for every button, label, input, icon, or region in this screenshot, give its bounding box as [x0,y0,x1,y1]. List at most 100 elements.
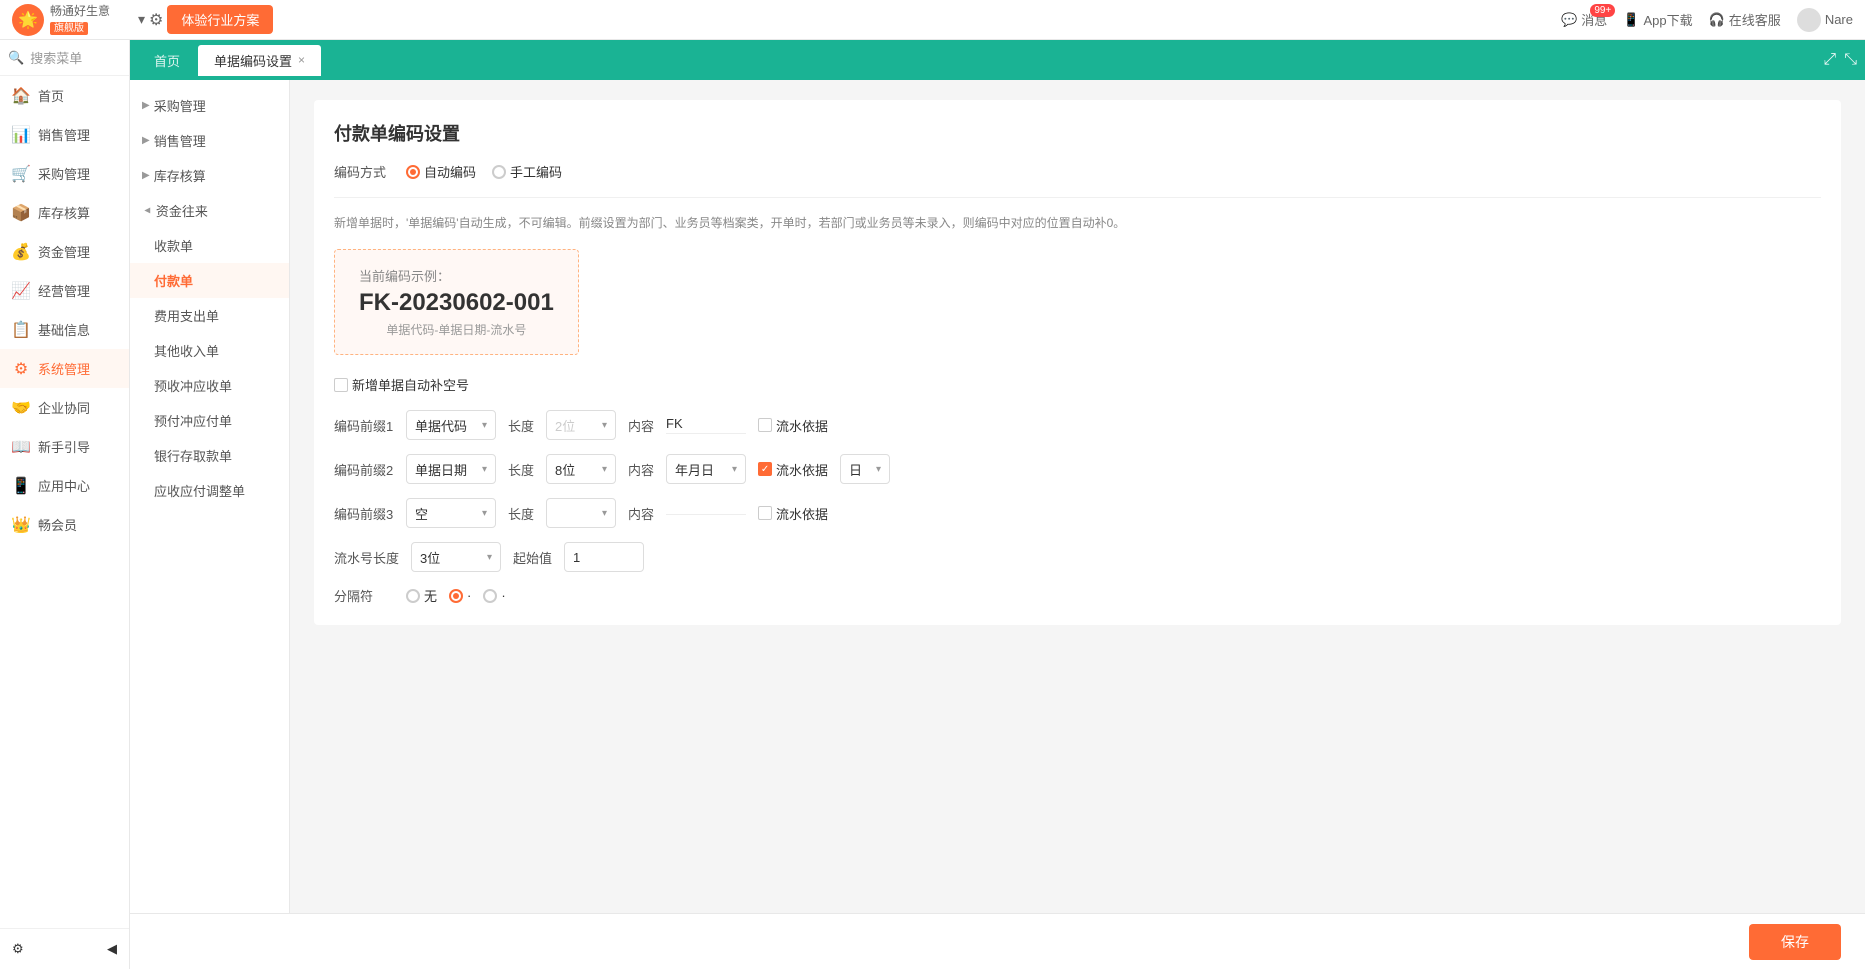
sidebar-item-label: 新手引导 [38,437,90,456]
app-download-label: App下载 [1643,10,1692,29]
collapse-icon[interactable]: ◀ [107,941,117,957]
sub-item-expense[interactable]: 费用支出单 [130,298,289,333]
sales-icon: 📊 [12,126,30,144]
tab-home[interactable]: 首页 [138,45,196,76]
message-icon: 💬 [1561,12,1577,28]
sidebar-item-apps[interactable]: 📱 应用中心 [0,466,129,505]
sidebar-search[interactable]: 🔍 搜索菜单 [0,40,129,76]
auto-fill-checkbox[interactable] [334,378,348,392]
purchase-icon: 🛒 [12,165,30,183]
prefix-row-2: 编码前缀2 单据日期 ▾ 长度 8位 ▾ 内容 年月日 [334,454,1821,484]
settings-bottom-icon[interactable]: ⚙ [12,941,24,957]
serial-row: 流水号长度 3位 ▾ 起始值 [334,542,1821,572]
stream-check-3[interactable]: 流水依据 [758,504,828,523]
topbar-right: 💬 消息 99+ 📱 App下载 🎧 在线客服 Nare [1561,8,1853,32]
radio-separator-dot[interactable]: · [449,588,471,603]
serial-length-select[interactable]: 3位 ▾ [411,542,501,572]
radio-auto-label: 自动编码 [424,162,476,181]
basic-icon: 📋 [12,321,30,339]
stream-period-select[interactable]: 日 ▾ [840,454,890,484]
sidebar-item-label: 采购管理 [38,164,90,183]
headset-icon: 🎧 [1709,12,1725,28]
message-badge: 99+ [1590,4,1615,17]
main-card: 付款单编码设置 编码方式 自动编码 手工编码 [314,100,1841,625]
radio-separator-dot2[interactable]: · [483,588,505,603]
sidebar-item-guide[interactable]: 📖 新手引导 [0,427,129,466]
sub-item-prepay-receive[interactable]: 预收冲应收单 [130,368,289,403]
content-label-2: 内容 [628,460,654,479]
radio-manual[interactable]: 手工编码 [492,162,562,181]
tab-expand-btn[interactable]: ⤢ [1823,51,1836,69]
sidebar-item-label: 系统管理 [38,359,90,378]
chevron-down-icon-9: ▾ [487,552,492,563]
prefix-select-2[interactable]: 单据日期 ▾ [406,454,496,484]
prefix-label-1: 编码前缀1 [334,416,394,435]
message-btn[interactable]: 💬 消息 99+ [1561,10,1607,29]
prefix-select-3[interactable]: 空 ▾ [406,498,496,528]
sidebar-item-sales[interactable]: 📊 销售管理 [0,115,129,154]
sub-group-sales[interactable]: ▶ 销售管理 [130,123,289,158]
main-layout: 🔍 搜索菜单 🏠 首页 📊 销售管理 🛒 采购管理 📦 库存核算 💰 资金管理 … [0,40,1865,969]
sub-item-receipt[interactable]: 收款单 [130,228,289,263]
length-select-2[interactable]: 8位 ▾ [546,454,616,484]
radio-separator-none[interactable]: 无 [406,586,437,605]
page-content: 付款单编码设置 编码方式 自动编码 手工编码 [290,80,1865,913]
sub-item-other-income[interactable]: 其他收入单 [130,333,289,368]
radio-dot-label: · [467,588,471,603]
sub-item-bank[interactable]: 银行存取款单 [130,438,289,473]
sidebar-item-label: 销售管理 [38,125,90,144]
online-service-btn[interactable]: 🎧 在线客服 [1709,10,1781,29]
content-select-2[interactable]: 年月日 ▾ [666,454,746,484]
nav-dropdown-btn[interactable]: ▾ [138,11,145,28]
save-button[interactable]: 保存 [1749,924,1841,960]
prefix-select-1[interactable]: 单据代码 ▾ [406,410,496,440]
sub-group-inventory[interactable]: ▶ 库存核算 [130,158,289,193]
sidebar-item-member[interactable]: 👑 畅会员 [0,505,129,544]
sub-item-adjust[interactable]: 应收应付调整单 [130,473,289,508]
chevron-down-icon-3: ▾ [482,464,487,475]
sidebar-item-purchase[interactable]: 🛒 采购管理 [0,154,129,193]
sidebar-item-home[interactable]: 🏠 首页 [0,76,129,115]
radio-auto[interactable]: 自动编码 [406,162,476,181]
content-label-3: 内容 [628,504,654,523]
sub-item-prepay-pay[interactable]: 预付冲应付单 [130,403,289,438]
bottom-bar: 保存 [130,913,1865,969]
sidebar-item-system[interactable]: ⚙ 系统管理 [0,349,129,388]
prefix-row-3: 编码前缀3 空 ▾ 长度 ▾ 内容 [334,498,1821,528]
preview-desc: 单据代码-单据日期-流水号 [359,321,554,338]
sub-group-finance[interactable]: ▼ 资金往来 [130,193,289,228]
user-profile-btn[interactable]: Nare [1797,8,1853,32]
chevron-down-icon-6: ▾ [876,464,881,475]
settings-btn[interactable]: ⚙ [149,10,163,30]
sub-item-payment[interactable]: 付款单 [130,263,289,298]
stream-checkbox-1[interactable] [758,418,772,432]
phone-icon: 📱 [1623,12,1639,28]
sidebar-item-basic[interactable]: 📋 基础信息 [0,310,129,349]
auto-fill-row[interactable]: 新增单据自动补空号 [334,375,1821,394]
tab-current-label: 单据编码设置 [214,51,292,70]
tab-close-icon[interactable]: × [298,53,305,67]
trial-btn[interactable]: 体验行业方案 [167,5,273,34]
stream-check-1[interactable]: 流水依据 [758,416,828,435]
chevron-down-icon-7: ▾ [482,508,487,519]
stream-checkbox-3[interactable] [758,506,772,520]
sidebar-item-operations[interactable]: 📈 经营管理 [0,271,129,310]
stream-check-2[interactable]: ✓ 流水依据 [758,460,828,479]
sidebar-item-inventory[interactable]: 📦 库存核算 [0,193,129,232]
length-select-3[interactable]: ▾ [546,498,616,528]
topbar: 🌟 畅通好生意 旗舰版 ▾ ⚙ 体验行业方案 💬 消息 99+ 📱 App下载 … [0,0,1865,40]
radio-dot-dot [449,589,463,603]
user-name: Nare [1825,12,1853,27]
sidebar-item-enterprise[interactable]: 🤝 企业协同 [0,388,129,427]
app-download-btn[interactable]: 📱 App下载 [1623,10,1692,29]
sidebar-item-finance[interactable]: 💰 资金管理 [0,232,129,271]
tab-current[interactable]: 单据编码设置 × [198,45,321,76]
stream-checkbox-2[interactable]: ✓ [758,462,772,476]
tab-fullscreen-btn[interactable]: ⤡ [1844,51,1857,69]
length-select-1[interactable]: 2位 ▾ [546,410,616,440]
start-value-input[interactable] [564,542,644,572]
logo-icon: 🌟 [12,4,44,36]
guide-icon: 📖 [12,438,30,456]
logo-text: 畅通好生意 旗舰版 [50,4,110,35]
sub-group-purchase[interactable]: ▶ 采购管理 [130,88,289,123]
